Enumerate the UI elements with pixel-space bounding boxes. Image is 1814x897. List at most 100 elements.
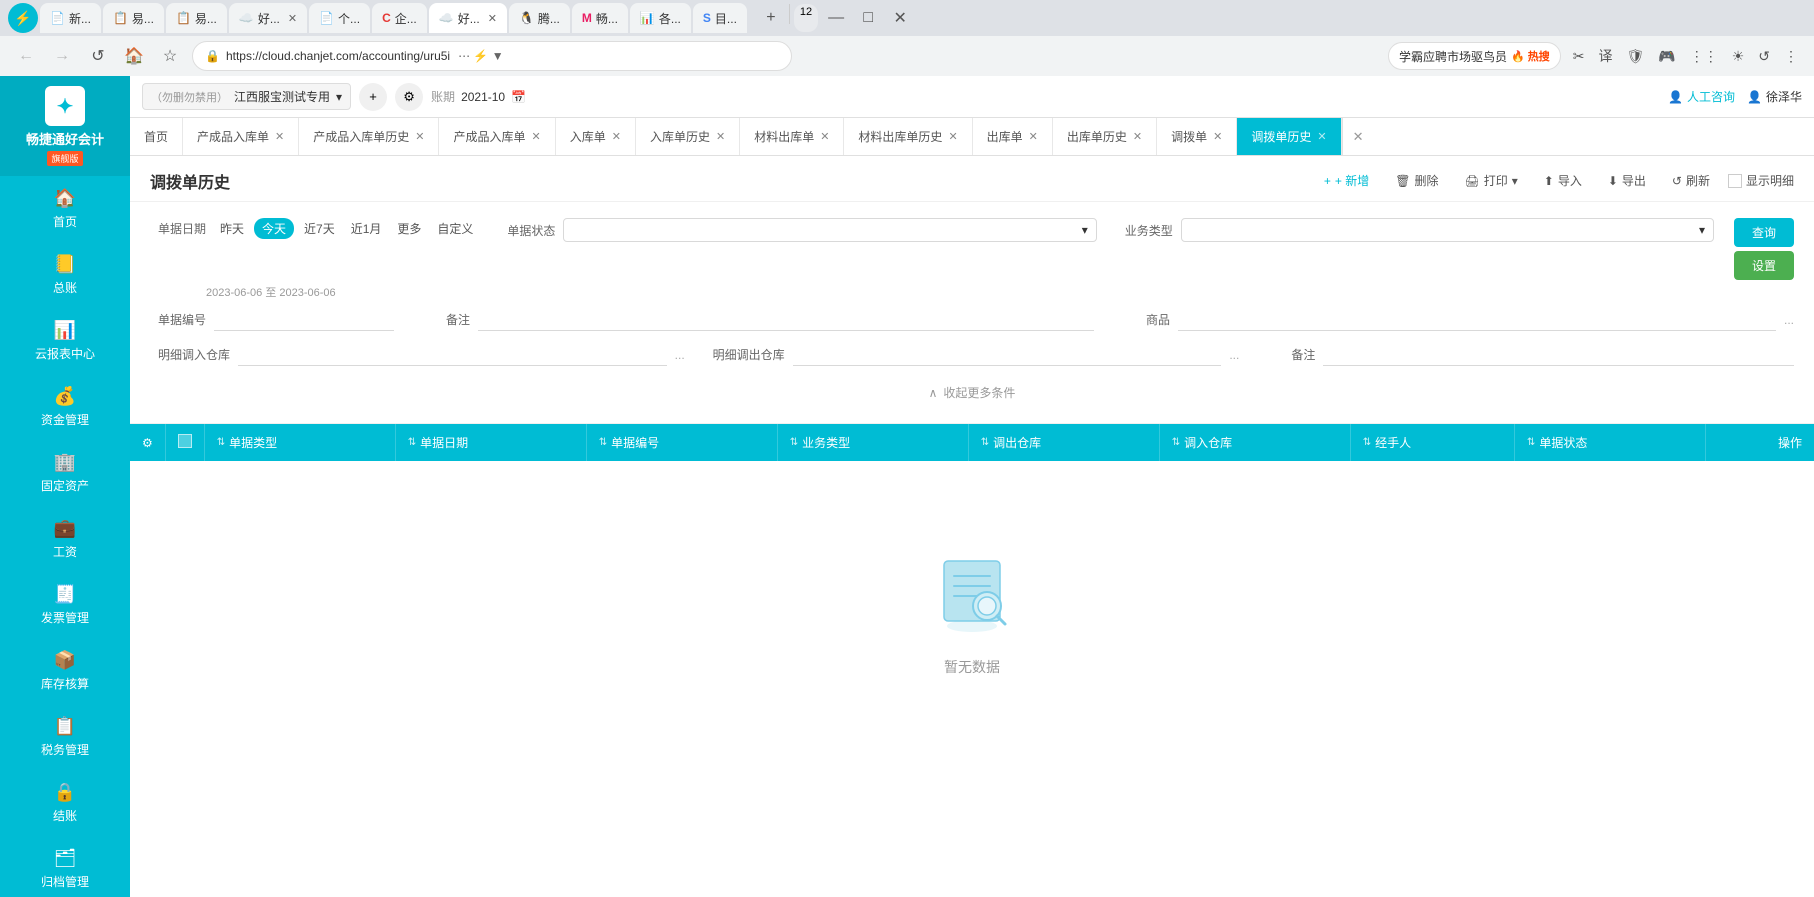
date-btn-custom[interactable]: 自定义 <box>431 218 479 239</box>
th-out-wh[interactable]: ⇅ 调出仓库 <box>968 424 1159 461</box>
forward-btn[interactable]: → <box>48 42 76 70</box>
page-tab-2[interactable]: 产成品入库单 ✕ <box>183 118 299 156</box>
tab10-x-icon[interactable]: ✕ <box>1133 130 1142 143</box>
support-btn[interactable]: 👤 人工咨询 <box>1668 88 1735 105</box>
print-btn[interactable]: 🖨 打印 ▾ <box>1456 168 1525 193</box>
detail-out-wh-input[interactable] <box>793 343 1222 366</box>
back-btn[interactable]: ← <box>12 42 40 70</box>
page-tab-4[interactable]: 产成品入库单 ✕ <box>439 118 555 156</box>
user-info[interactable]: 👤 徐泽华 <box>1747 88 1802 105</box>
page-tab-12[interactable]: 调拨单历史 ✕ <box>1237 118 1341 156</box>
browser-tab-1[interactable]: 📄 新... <box>40 3 101 33</box>
company-selector[interactable]: （勿删勿禁用） 江西服宝测试专用 ▾ <box>142 83 351 110</box>
theme-tool[interactable]: ☀ <box>1728 46 1749 67</box>
tab3-x-icon[interactable]: ✕ <box>415 130 424 143</box>
settings-company-btn[interactable]: ⚙ <box>395 83 423 111</box>
undo-tool[interactable]: ↺ <box>1754 46 1774 67</box>
page-tab-5[interactable]: 入库单 ✕ <box>556 118 636 156</box>
tab12-x-icon[interactable]: ✕ <box>1317 130 1326 143</box>
refresh-nav-btn[interactable]: ↺ <box>84 42 112 70</box>
sidebar-item-archive[interactable]: 🗂 归档管理 <box>0 836 130 897</box>
th-gear[interactable]: ⚙ <box>130 424 165 461</box>
browser-tab-3[interactable]: 📋 易... <box>166 3 227 33</box>
shield-tool[interactable]: 🛡 <box>1622 46 1648 67</box>
th-operator[interactable]: ⇅ 经手人 <box>1350 424 1514 461</box>
th-doc-status[interactable]: ⇅ 单据状态 <box>1514 424 1705 461</box>
tab7-close-icon[interactable]: ✕ <box>488 12 497 25</box>
date-btn-more[interactable]: 更多 <box>391 218 427 239</box>
sidebar-item-home[interactable]: 🏠 首页 <box>0 176 130 242</box>
add-company-btn[interactable]: + <box>359 83 387 111</box>
doc-no-input[interactable] <box>214 308 394 331</box>
tab4-close-icon[interactable]: ✕ <box>288 12 297 25</box>
display-checkbox[interactable] <box>1728 174 1742 188</box>
goods-more-icon[interactable]: ... <box>1784 313 1794 327</box>
th-doc-no[interactable]: ⇅ 单据编号 <box>586 424 777 461</box>
tab8-x-icon[interactable]: ✕ <box>948 130 957 143</box>
close-window-btn[interactable]: ✕ <box>886 4 914 32</box>
detail-out-more-icon[interactable]: ... <box>1229 348 1239 362</box>
note2-input[interactable] <box>1323 343 1794 366</box>
browser-tab-9[interactable]: M 畅... <box>572 3 628 33</box>
page-tab-8[interactable]: 材料出库单历史 ✕ <box>844 118 972 156</box>
detail-in-wh-input[interactable] <box>238 343 667 366</box>
browser-tab-2[interactable]: 📋 易... <box>103 3 164 33</box>
minimize-btn[interactable]: ― <box>822 4 850 32</box>
sidebar-item-inventory[interactable]: 📦 库存核算 <box>0 638 130 704</box>
date-btn-1month[interactable]: 近1月 <box>345 218 388 239</box>
more-tool[interactable]: ⋮ <box>1780 46 1802 67</box>
new-tab-btn[interactable]: + <box>757 4 785 32</box>
bookmark-btn[interactable]: ☆ <box>156 42 184 70</box>
page-tab-9[interactable]: 出库单 ✕ <box>973 118 1053 156</box>
new-btn[interactable]: + + 新增 <box>1316 168 1377 193</box>
detail-in-more-icon[interactable]: ... <box>675 348 685 362</box>
browser-tab-10[interactable]: 📊 各... <box>630 3 691 33</box>
goods-input[interactable] <box>1178 308 1776 331</box>
calendar-icon[interactable]: 📅 <box>511 90 526 104</box>
tab4-x-icon[interactable]: ✕ <box>532 130 541 143</box>
browser-tab-8[interactable]: 🐧 腾... <box>509 3 570 33</box>
translate-tool[interactable]: 译 <box>1594 44 1616 68</box>
page-tab-3[interactable]: 产成品入库单历史 ✕ <box>299 118 439 156</box>
page-tab-home[interactable]: 首页 <box>130 118 183 156</box>
tab9-x-icon[interactable]: ✕ <box>1029 130 1038 143</box>
page-tab-10[interactable]: 出库单历史 ✕ <box>1053 118 1157 156</box>
home-nav-btn[interactable]: 🏠 <box>120 42 148 70</box>
sidebar-item-closing[interactable]: 🔒 结账 <box>0 770 130 836</box>
th-in-wh[interactable]: ⇅ 调入仓库 <box>1159 424 1350 461</box>
th-biz-type[interactable]: ⇅ 业务类型 <box>777 424 968 461</box>
refresh-btn[interactable]: ↺ 刷新 <box>1664 168 1718 193</box>
settings-btn[interactable]: 设置 <box>1734 251 1794 280</box>
date-btn-today[interactable]: 今天 <box>254 218 294 239</box>
export-btn[interactable]: ⬇ 导出 <box>1600 168 1654 193</box>
maximize-btn[interactable]: □ <box>854 4 882 32</box>
search-box[interactable]: 学霸应聘市场驱鸟员 🔥 热搜 <box>1388 42 1561 70</box>
date-btn-7days[interactable]: 近7天 <box>298 218 341 239</box>
browser-tab-11[interactable]: S 目... <box>693 3 747 33</box>
sidebar-item-funds[interactable]: 💰 资金管理 <box>0 374 130 440</box>
browser-tab-7[interactable]: ☁️ 好... ✕ <box>429 3 507 33</box>
date-btn-yesterday[interactable]: 昨天 <box>214 218 250 239</box>
note-input[interactable] <box>478 308 1094 331</box>
browser-tab-5[interactable]: 📄 个... <box>309 3 370 33</box>
tab6-x-icon[interactable]: ✕ <box>716 130 725 143</box>
query-btn[interactable]: 查询 <box>1734 218 1794 247</box>
sidebar-item-assets[interactable]: 🏢 固定资产 <box>0 440 130 506</box>
scissors-tool[interactable]: ✂ <box>1569 46 1589 67</box>
select-all-checkbox[interactable] <box>178 434 192 448</box>
display-toggle[interactable]: 显示明细 <box>1728 172 1794 189</box>
browser-tab-4[interactable]: ☁️ 好... ✕ <box>229 3 307 33</box>
page-tab-7[interactable]: 材料出库单 ✕ <box>740 118 844 156</box>
import-btn[interactable]: ⬆ 导入 <box>1536 168 1590 193</box>
th-check[interactable] <box>165 424 204 461</box>
collapse-btn[interactable]: ∧ 收起更多条件 <box>150 378 1794 407</box>
tabs-close-all[interactable]: ✕ <box>1342 118 1374 156</box>
tab2-x-icon[interactable]: ✕ <box>275 130 284 143</box>
sidebar-item-ledger[interactable]: 📒 总账 <box>0 242 130 308</box>
doc-status-select[interactable]: ▾ <box>563 218 1096 242</box>
th-doc-date[interactable]: ⇅ 单据日期 <box>395 424 586 461</box>
sidebar-item-reports[interactable]: 📊 云报表中心 <box>0 308 130 374</box>
delete-btn[interactable]: 🗑 删除 <box>1387 168 1446 193</box>
apps-tool[interactable]: ⋮⋮ <box>1686 46 1722 67</box>
tab11-x-icon[interactable]: ✕ <box>1213 130 1222 143</box>
